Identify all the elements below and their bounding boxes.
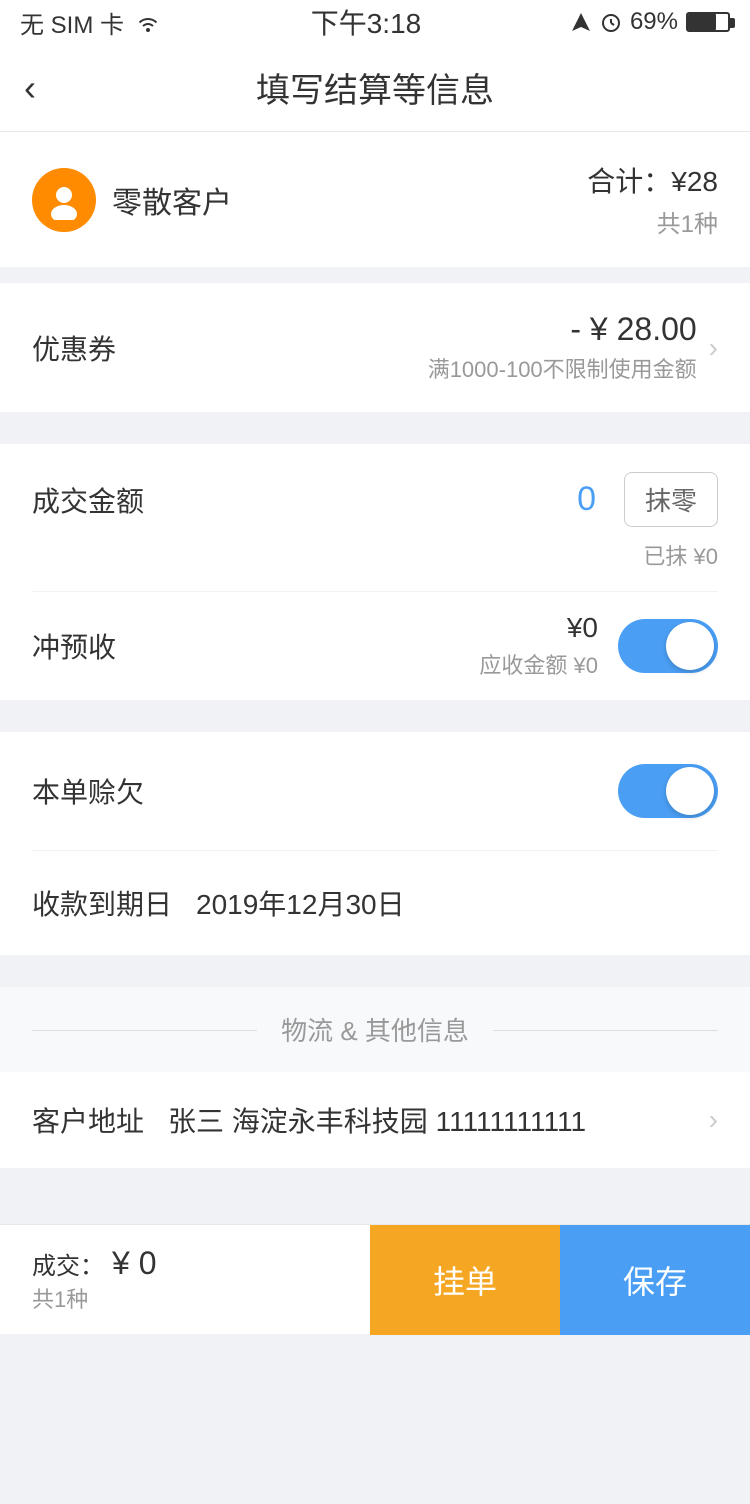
prepayment-main: ¥0: [479, 612, 598, 644]
prepayment-label: 冲预收: [32, 626, 116, 666]
no-sim-text: 无 SIM 卡: [20, 5, 124, 40]
section-gap-2: [0, 716, 750, 732]
credit-row: 本单赊欠: [0, 732, 750, 850]
toggle-knob: [666, 622, 714, 670]
customer-name: 零散客户: [112, 178, 232, 222]
deal-amount-section: 成交金额 抹零 已抹 ¥0 冲预收 ¥0 应收金额 ¥0: [0, 444, 750, 700]
prepayment-sub: 应收金额 ¥0: [479, 648, 598, 680]
customer-row: 零散客户 合计：¥28 共1种: [0, 132, 750, 267]
address-label: 客户地址: [32, 1100, 144, 1140]
prepayment-right: ¥0 应收金额 ¥0: [479, 612, 718, 680]
customer-total: 合计：¥28 共1种: [587, 160, 718, 239]
prepayment-row: 冲预收 ¥0 应收金额 ¥0: [0, 592, 750, 700]
deal-amount-label: 成交金额: [32, 480, 144, 520]
save-button[interactable]: 保存: [560, 1225, 750, 1335]
battery-percent: 69%: [630, 8, 678, 36]
location-icon: [570, 11, 592, 33]
deal-amount-right: 抹零: [476, 472, 718, 527]
hold-button[interactable]: 挂单: [370, 1225, 560, 1335]
due-date-label: 收款到期日: [32, 883, 172, 923]
due-date-row[interactable]: 收款到期日 2019年12月30日: [0, 851, 750, 955]
bottom-summary: 成交： ¥ 0 共1种: [0, 1245, 370, 1314]
bottom-bar: 成交： ¥ 0 共1种 挂单 保存: [0, 1224, 750, 1334]
address-value: 张三 海淀永丰科技园 11111111111: [168, 1100, 709, 1140]
prepayment-toggle[interactable]: [618, 619, 718, 673]
bottom-deal-count: 共1种: [32, 1282, 338, 1314]
battery-icon: [686, 12, 730, 32]
address-chevron-icon: ›: [709, 1104, 718, 1136]
customer-section: 零散客户 合计：¥28 共1种: [0, 132, 750, 267]
avatar-icon: [44, 180, 84, 220]
credit-toggle-knob: [666, 767, 714, 815]
status-left: 无 SIM 卡: [20, 5, 162, 40]
credit-toggle[interactable]: [618, 764, 718, 818]
customer-avatar: [32, 168, 96, 232]
total-amount: 合计：¥28: [587, 160, 718, 200]
logistics-header: 物流 & 其他信息: [0, 987, 750, 1072]
page-title: 填写结算等信息: [256, 63, 494, 112]
status-bar: 无 SIM 卡 下午3:18 69%: [0, 0, 750, 44]
prepayment-values: ¥0 应收金额 ¥0: [479, 612, 598, 680]
address-section: 客户地址 张三 海淀永丰科技园 11111111111 ›: [0, 1072, 750, 1168]
coupon-right: - ¥ 28.00 满1000-100不限制使用金额 ›: [428, 311, 718, 384]
alarm-icon: [600, 11, 622, 33]
due-date-value: 2019年12月30日: [196, 883, 405, 923]
customer-left: 零散客户: [32, 168, 232, 232]
coupon-label: 优惠券: [32, 328, 116, 368]
logistics-title: 物流 & 其他信息: [257, 1011, 493, 1048]
status-time: 下午3:18: [311, 2, 422, 42]
coupon-row[interactable]: 优惠券 - ¥ 28.00 满1000-100不限制使用金额 ›: [0, 283, 750, 412]
coupon-value: - ¥ 28.00 满1000-100不限制使用金额: [428, 311, 697, 384]
deal-amount-row: 成交金额 抹零: [0, 444, 750, 539]
back-button[interactable]: ‹: [24, 67, 36, 109]
coupon-section: 优惠券 - ¥ 28.00 满1000-100不限制使用金额 ›: [0, 283, 750, 412]
total-count: 共1种: [587, 204, 718, 239]
coupon-amount: - ¥ 28.00: [428, 311, 697, 348]
section-gap-3: [0, 971, 750, 987]
coupon-chevron-icon: ›: [709, 332, 718, 364]
already-rounded: 已抹 ¥0: [0, 539, 750, 591]
wifi-icon: [134, 12, 162, 32]
nav-bar: ‹ 填写结算等信息: [0, 44, 750, 132]
bottom-deal-label: 成交：: [32, 1246, 104, 1281]
coupon-desc: 满1000-100不限制使用金额: [428, 352, 697, 384]
credit-label: 本单赊欠: [32, 771, 144, 811]
credit-section: 本单赊欠 收款到期日 2019年12月30日: [0, 732, 750, 955]
status-right: 69%: [570, 8, 730, 36]
bottom-deal-amount: ¥ 0: [112, 1245, 156, 1282]
section-gap-1: [0, 428, 750, 444]
round-zero-button[interactable]: 抹零: [624, 472, 718, 527]
deal-amount-input[interactable]: [476, 480, 596, 519]
address-row[interactable]: 客户地址 张三 海淀永丰科技园 11111111111 ›: [0, 1072, 750, 1168]
